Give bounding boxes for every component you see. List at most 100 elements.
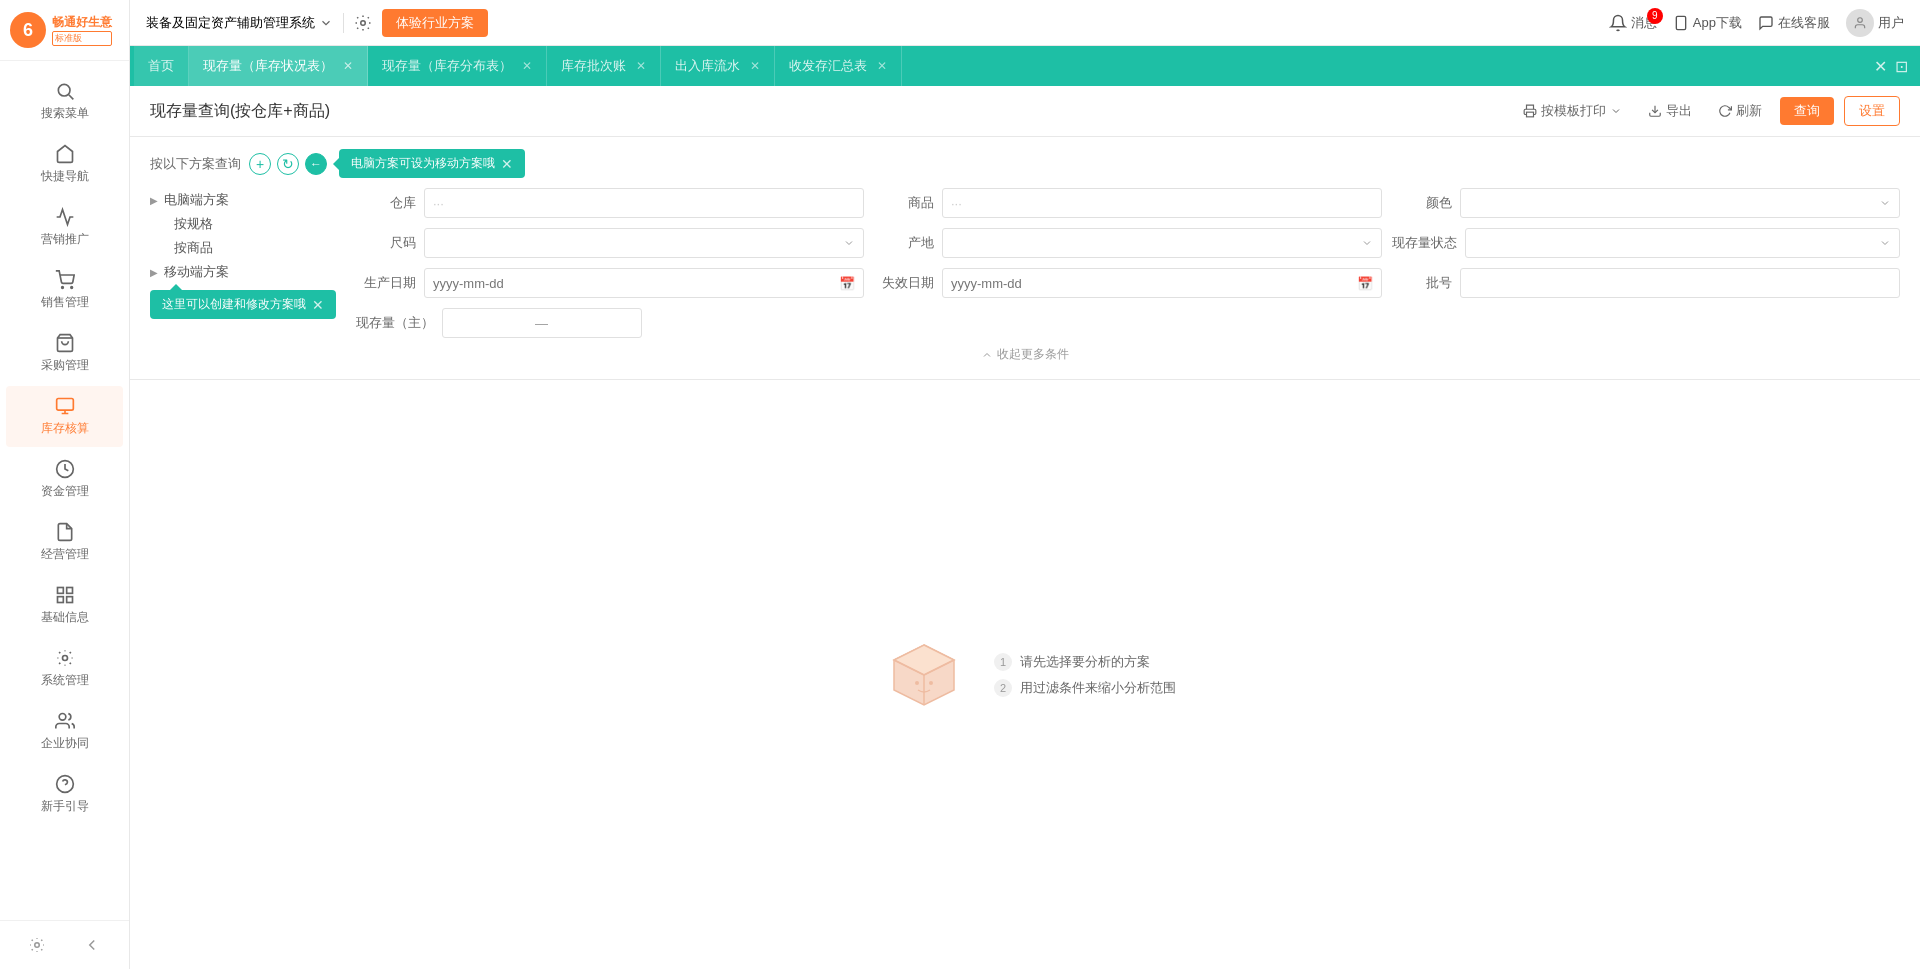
user-avatar-icon — [1853, 16, 1867, 30]
size-field: 尺码 — [356, 228, 864, 258]
scheme-mobile[interactable]: ▶ 移动端方案 — [150, 260, 336, 284]
inv-status-select[interactable] — [1465, 228, 1900, 258]
color-select[interactable] — [1460, 188, 1900, 218]
tab-inout-flow-close[interactable]: ✕ — [750, 59, 760, 73]
origin-dropdown-icon — [1361, 237, 1373, 249]
tab-inout-flow[interactable]: 出入库流水 ✕ — [661, 46, 775, 86]
batch-label: 批号 — [1392, 274, 1452, 292]
scheme-list-area: ▶ 电脑端方案 按规格 按商品 ▶ 移动端方案 — [150, 188, 1900, 338]
tab-batch-ledger-label: 库存批次账 — [561, 57, 626, 75]
goods-select[interactable]: ··· — [942, 188, 1382, 218]
gear-icon[interactable] — [354, 14, 372, 32]
sidebar-menu: 搜索菜单 快捷导航 营销推广 销售管理 — [0, 61, 129, 920]
header-right: 9 消息 App下载 在线客服 — [1609, 9, 1904, 37]
sidebar-item-basic[interactable]: 基础信息 — [6, 575, 123, 636]
online-support-btn[interactable]: 在线客服 — [1758, 14, 1830, 32]
refresh-scheme-btn[interactable]: ↻ — [277, 153, 299, 175]
scheme-item-by-goods[interactable]: 按商品 — [174, 236, 336, 260]
add-scheme-btn[interactable]: + — [249, 153, 271, 175]
sidebar-item-operations-label: 经营管理 — [41, 546, 89, 563]
tab-batch-ledger[interactable]: 库存批次账 ✕ — [547, 46, 661, 86]
sidebar-item-marketing[interactable]: 营销推广 — [6, 197, 123, 258]
filter-row-3: 生产日期 📅 失效日期 📅 — [356, 268, 1900, 298]
tooltip1-close[interactable]: ✕ — [501, 156, 513, 172]
notification-icon — [1609, 14, 1627, 32]
scheme-list-panel: ▶ 电脑端方案 按规格 按商品 ▶ 移动端方案 — [150, 188, 336, 319]
tab-delivery-summary[interactable]: 收发存汇总表 ✕ — [775, 46, 902, 86]
collapse-filter-btn[interactable]: 收起更多条件 — [150, 338, 1900, 367]
origin-select[interactable] — [942, 228, 1382, 258]
settings-footer-btn[interactable] — [23, 931, 51, 959]
sidebar-item-sales[interactable]: 销售管理 — [6, 260, 123, 321]
sidebar-item-operations[interactable]: 经营管理 — [6, 512, 123, 573]
sidebar-item-search[interactable]: 搜索菜单 — [6, 71, 123, 132]
header-divider — [343, 13, 344, 33]
expiry-date-calendar-icon[interactable]: 📅 — [1357, 276, 1373, 291]
notification-btn[interactable]: 9 消息 — [1609, 14, 1657, 32]
purchase-icon — [55, 333, 75, 353]
export-btn[interactable]: 导出 — [1640, 98, 1700, 124]
expiry-date-input-wrap[interactable]: 📅 — [942, 268, 1382, 298]
industry-btn[interactable]: 体验行业方案 — [382, 9, 488, 37]
sidebar-item-enterprise[interactable]: 企业协同 — [6, 701, 123, 762]
app-download-btn[interactable]: App下载 — [1673, 14, 1742, 32]
user-area[interactable]: 用户 — [1846, 9, 1904, 37]
maximize-btn[interactable]: ⊡ — [1895, 57, 1908, 76]
page-title: 现存量查询(按仓库+商品) — [150, 101, 330, 122]
tab-home-label: 首页 — [148, 57, 174, 75]
goods-dots: ··· — [951, 196, 962, 211]
svg-rect-5 — [56, 399, 73, 411]
sidebar-footer — [0, 920, 129, 969]
empty-icon — [874, 635, 974, 715]
svg-point-15 — [361, 20, 366, 25]
filter-row-4: 现存量（主） — — [356, 308, 1900, 338]
size-select[interactable] — [424, 228, 864, 258]
refresh-btn-label: 刷新 — [1736, 102, 1762, 120]
collapse-sidebar-btn[interactable] — [78, 931, 106, 959]
warehouse-dots: ··· — [433, 196, 444, 211]
expiry-date-input[interactable] — [951, 276, 1357, 291]
production-date-input[interactable] — [433, 276, 839, 291]
inventory-main-from-input[interactable] — [451, 316, 531, 331]
print-btn[interactable]: 按模板打印 — [1515, 98, 1630, 124]
back-scheme-btn[interactable]: ← — [305, 153, 327, 175]
tooltip1-text: 电脑方案可设为移动方案哦 — [351, 155, 495, 172]
content-area: 现存量查询(按仓库+商品) 按模板打印 — [130, 86, 1920, 969]
sidebar-item-system[interactable]: 系统管理 — [6, 638, 123, 699]
size-dropdown-icon — [843, 237, 855, 249]
tab-inventory-dist-close[interactable]: ✕ — [522, 59, 532, 73]
sidebar-item-inventory[interactable]: 库存核算 — [6, 386, 123, 447]
sidebar-item-purchase[interactable]: 采购管理 — [6, 323, 123, 384]
scheme-desktop-arrow: ▶ — [150, 195, 158, 206]
system-icon — [55, 648, 75, 668]
tab-inventory-dist[interactable]: 现存量（库存分布表） ✕ — [368, 46, 547, 86]
warehouse-select[interactable]: ··· — [424, 188, 864, 218]
close-all-tabs-btn[interactable]: ✕ — [1874, 57, 1887, 76]
sidebar-item-enterprise-label: 企业协同 — [41, 735, 89, 752]
user-label: 用户 — [1878, 14, 1904, 32]
tooltip2-close[interactable]: ✕ — [312, 297, 324, 313]
tabs-actions: ✕ ⊡ — [1874, 57, 1916, 76]
warehouse-label: 仓库 — [356, 194, 416, 212]
refresh-btn[interactable]: 刷新 — [1710, 98, 1770, 124]
system-name-dropdown[interactable]: 装备及固定资产辅助管理系统 — [146, 14, 333, 32]
tab-inventory-status[interactable]: 现存量（库存状况表） ✕ — [189, 46, 368, 86]
scheme-desktop[interactable]: ▶ 电脑端方案 — [150, 188, 336, 212]
tab-batch-ledger-close[interactable]: ✕ — [636, 59, 646, 73]
settings-btn[interactable]: 设置 — [1844, 96, 1900, 126]
expiry-date-field: 失效日期 📅 — [874, 268, 1382, 298]
batch-input[interactable] — [1460, 268, 1900, 298]
scheme-item-by-spec[interactable]: 按规格 — [174, 212, 336, 236]
production-date-calendar-icon[interactable]: 📅 — [839, 276, 855, 291]
search-btn[interactable]: 查询 — [1780, 97, 1834, 125]
tab-home[interactable]: 首页 — [134, 46, 189, 86]
tab-inventory-status-close[interactable]: ✕ — [343, 59, 353, 73]
sidebar-item-finance[interactable]: 资金管理 — [6, 449, 123, 510]
tab-delivery-summary-close[interactable]: ✕ — [877, 59, 887, 73]
scheme-desktop-label: 电脑端方案 — [164, 191, 229, 209]
tabs-bar: 首页 现存量（库存状况表） ✕ 现存量（库存分布表） ✕ 库存批次账 ✕ 出入库… — [130, 46, 1920, 86]
tooltip-bubble-2: 这里可以创建和修改方案哦 ✕ — [150, 290, 336, 319]
sidebar-item-guide[interactable]: 新手引导 — [6, 764, 123, 825]
production-date-input-wrap[interactable]: 📅 — [424, 268, 864, 298]
sidebar-item-nav[interactable]: 快捷导航 — [6, 134, 123, 195]
